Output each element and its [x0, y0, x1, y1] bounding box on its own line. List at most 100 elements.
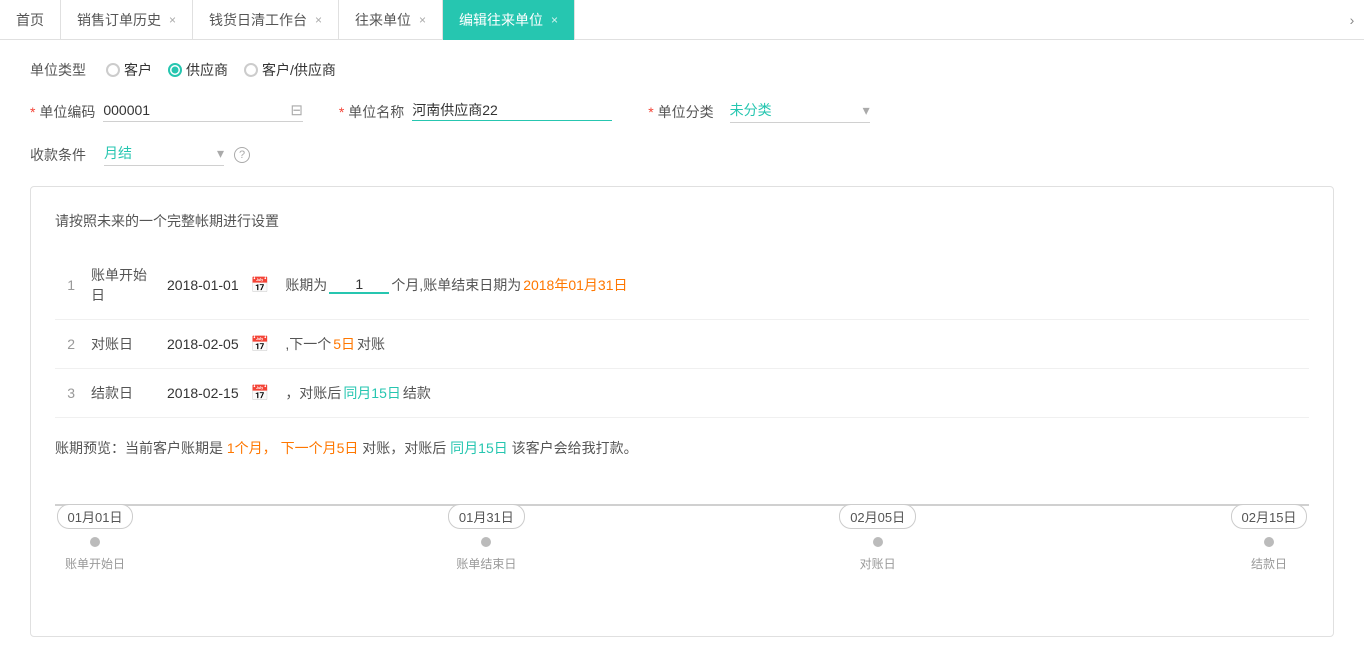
- tab-sales-order[interactable]: 销售订单历史 ×: [61, 0, 193, 40]
- preview-part1: 1个月，: [227, 440, 277, 456]
- row-desc-suffix-1: 个月,账单结束日期为: [391, 275, 521, 295]
- row-desc-prefix-1: 账期为: [285, 275, 327, 295]
- tl-dot-3: [873, 537, 883, 547]
- tl-badge-4: 02月15日: [1231, 504, 1308, 529]
- radio-customer-label: 客户: [124, 60, 152, 80]
- unit-name-input[interactable]: [412, 102, 612, 118]
- row-desc-3: ，对账后 同月15日 结款: [285, 383, 431, 403]
- radio-both-label: 客户/供应商: [262, 60, 336, 80]
- timeline-point-2: 01月31日 账单结束日: [446, 504, 526, 572]
- row-label-2: 对账日: [91, 334, 151, 354]
- row-date-3: 2018-02-15: [167, 385, 239, 401]
- row-highlight-3: 同月15日: [343, 383, 401, 403]
- row-desc-1: 账期为 个月,账单结束日期为 2018年01月31日: [285, 275, 627, 295]
- tab-cash-ledger-close[interactable]: ×: [315, 13, 322, 27]
- row-desc-prefix-3: ，对账后: [285, 383, 341, 403]
- unit-code-input[interactable]: [103, 102, 284, 118]
- radio-group: 客户 供应商 客户/供应商: [106, 60, 336, 80]
- timeline: 01月01日 账单开始日 01月31日 账单结束日: [55, 488, 1309, 612]
- row-date-wrapper-3: 2018-02-15 📅: [167, 384, 269, 402]
- row-highlight-2: 5日: [333, 334, 355, 354]
- row-num-2: 2: [55, 336, 75, 352]
- row-calendar-2[interactable]: 📅: [251, 335, 270, 353]
- row-date-1: 2018-01-01: [167, 277, 239, 293]
- tl-badge-1: 01月01日: [57, 504, 134, 529]
- row-desc-2: ,下一个 5日 对账: [285, 334, 385, 354]
- unit-name-input-wrapper: [412, 102, 612, 121]
- payment-condition-value: 月结: [104, 143, 213, 163]
- tab-partner-units-label: 往来单位: [355, 10, 411, 30]
- radio-supplier-label: 供应商: [186, 60, 228, 80]
- radio-supplier-circle: [168, 63, 182, 77]
- tab-cash-ledger[interactable]: 钱货日清工作台 ×: [193, 0, 339, 40]
- setting-row-1: 1 账单开始日 2018-01-01 📅 账期为 个月,账单结束日期为 2018…: [55, 251, 1309, 320]
- tab-partner-units[interactable]: 往来单位 ×: [339, 0, 443, 40]
- timeline-point-3: 02月05日 对账日: [838, 504, 918, 572]
- payment-condition-select[interactable]: 月结 ▾: [104, 143, 224, 166]
- timeline-point-4: 02月15日 结款日: [1229, 504, 1309, 572]
- row-label-1: 账单开始日: [91, 265, 151, 305]
- unit-name-block: 单位名称: [339, 102, 612, 122]
- unit-code-input-wrapper: ⊟: [103, 101, 303, 122]
- timeline-point-1: 01月01日 账单开始日: [55, 504, 135, 572]
- tl-label-3: 对账日: [860, 555, 896, 572]
- row-date-wrapper-2: 2018-02-05 📅: [167, 335, 269, 353]
- payment-condition-chevron: ▾: [217, 145, 224, 162]
- tab-bar: 首页 销售订单历史 × 钱货日清工作台 × 往来单位 × 编辑往来单位 × ›: [0, 0, 1364, 40]
- tab-partner-units-close[interactable]: ×: [419, 13, 426, 27]
- tl-dot-2: [481, 537, 491, 547]
- row-num-3: 3: [55, 385, 75, 401]
- unit-category-value: 未分类: [730, 100, 859, 120]
- radio-supplier[interactable]: 供应商: [168, 60, 228, 80]
- unit-type-row: 单位类型 客户 供应商 客户/供应商: [30, 60, 1334, 80]
- unit-category-chevron: ▾: [863, 102, 870, 119]
- tl-label-4: 结款日: [1251, 555, 1287, 572]
- unit-name-label: 单位名称: [339, 102, 404, 122]
- row-date-2: 2018-02-05: [167, 336, 239, 352]
- card-title: 请按照未来的一个完整帐期进行设置: [55, 211, 1309, 231]
- tab-home[interactable]: 首页: [0, 0, 61, 40]
- month-input[interactable]: [329, 276, 389, 294]
- preview-part4: 同月15日: [450, 440, 508, 456]
- unit-code-icon[interactable]: ⊟: [290, 101, 303, 119]
- radio-both-circle: [244, 63, 258, 77]
- row-num-1: 1: [55, 277, 75, 293]
- row-desc-suffix-3: 结款: [403, 383, 431, 403]
- tl-dot-1: [90, 537, 100, 547]
- tab-edit-partner[interactable]: 编辑往来单位 ×: [443, 0, 575, 40]
- preview-prefix: 账期预览：当前客户账期是: [55, 440, 223, 456]
- preview-part2: 下一个月5日: [281, 440, 359, 456]
- unit-category-label: 单位分类: [648, 102, 713, 122]
- tab-arrow-right[interactable]: ›: [1340, 0, 1364, 40]
- tab-edit-partner-close[interactable]: ×: [551, 13, 558, 27]
- radio-both[interactable]: 客户/供应商: [244, 60, 336, 80]
- setting-row-3: 3 结款日 2018-02-15 📅 ，对账后 同月15日 结款: [55, 369, 1309, 418]
- preview-part3: 对账，对账后: [362, 440, 446, 456]
- tl-dot-4: [1264, 537, 1274, 547]
- row-date-wrapper-1: 2018-01-01 📅: [167, 276, 269, 294]
- preview-text: 账期预览：当前客户账期是 1个月， 下一个月5日 对账，对账后 同月15日 该客…: [55, 438, 1309, 458]
- row-label-3: 结款日: [91, 383, 151, 403]
- unit-type-label: 单位类型: [30, 60, 86, 80]
- radio-customer[interactable]: 客户: [106, 60, 152, 80]
- tl-label-1: 账单开始日: [65, 555, 125, 572]
- tl-label-2: 账单结束日: [456, 555, 516, 572]
- main-content: 单位类型 客户 供应商 客户/供应商 单位编码 ⊟ 单位名: [0, 40, 1364, 657]
- unit-fields-row: 单位编码 ⊟ 单位名称 单位分类 未分类 ▾: [30, 100, 1334, 123]
- row-calendar-3[interactable]: 📅: [251, 384, 270, 402]
- preview-section: 账期预览：当前客户账期是 1个月， 下一个月5日 对账，对账后 同月15日 该客…: [55, 418, 1309, 612]
- row-desc-comma-2: ,下一个: [285, 334, 331, 354]
- row-highlight-1: 2018年01月31日: [523, 275, 627, 295]
- tl-badge-3: 02月05日: [839, 504, 916, 529]
- question-icon[interactable]: ?: [234, 147, 250, 163]
- payment-row: 收款条件 月结 ▾ ?: [30, 143, 1334, 166]
- tab-home-label: 首页: [16, 10, 44, 30]
- row-calendar-1[interactable]: 📅: [251, 276, 270, 294]
- setting-row-2: 2 对账日 2018-02-05 📅 ,下一个 5日 对账: [55, 320, 1309, 369]
- tl-badge-2: 01月31日: [448, 504, 525, 529]
- radio-customer-circle: [106, 63, 120, 77]
- tab-sales-order-close[interactable]: ×: [169, 13, 176, 27]
- payment-condition-label: 收款条件: [30, 145, 86, 165]
- preview-suffix: 该客户会给我打款。: [512, 440, 638, 456]
- unit-category-select[interactable]: 未分类 ▾: [730, 100, 870, 123]
